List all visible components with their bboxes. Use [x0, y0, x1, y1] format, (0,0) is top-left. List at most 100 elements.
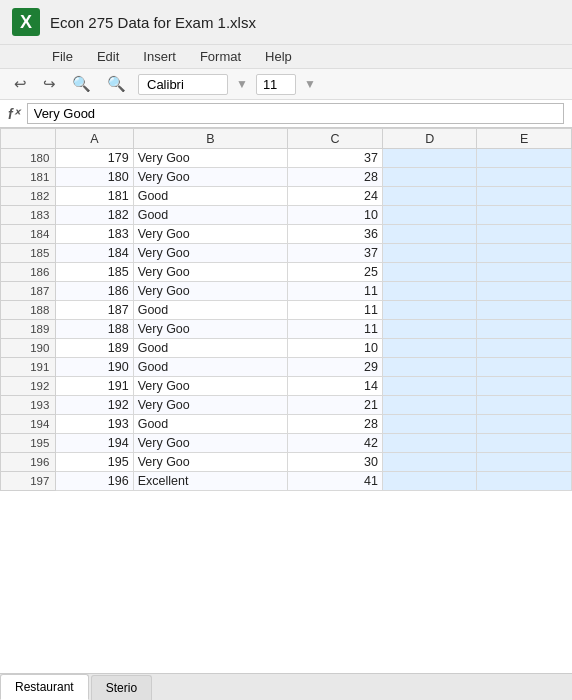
cell-a[interactable]: 188 [56, 320, 133, 339]
cell-d[interactable] [382, 301, 477, 320]
cell-e[interactable] [477, 320, 572, 339]
cell-a[interactable]: 186 [56, 282, 133, 301]
cell-e[interactable] [477, 434, 572, 453]
col-header-d[interactable]: D [382, 129, 477, 149]
cell-b[interactable]: Good [133, 187, 288, 206]
cell-e[interactable] [477, 472, 572, 491]
cell-e[interactable] [477, 453, 572, 472]
cell-e[interactable] [477, 244, 572, 263]
cell-e[interactable] [477, 168, 572, 187]
cell-d[interactable] [382, 168, 477, 187]
cell-c[interactable]: 29 [288, 358, 383, 377]
menu-help[interactable]: Help [261, 47, 296, 66]
cell-b[interactable]: Very Goo [133, 396, 288, 415]
col-header-b[interactable]: B [133, 129, 288, 149]
cell-c[interactable]: 30 [288, 453, 383, 472]
cell-d[interactable] [382, 396, 477, 415]
cell-e[interactable] [477, 206, 572, 225]
menu-edit[interactable]: Edit [93, 47, 123, 66]
menu-format[interactable]: Format [196, 47, 245, 66]
cell-b[interactable]: Good [133, 415, 288, 434]
cell-c[interactable]: 28 [288, 415, 383, 434]
cell-b[interactable]: Very Goo [133, 149, 288, 168]
cell-e[interactable] [477, 339, 572, 358]
cell-b[interactable]: Very Goo [133, 434, 288, 453]
cell-a[interactable]: 189 [56, 339, 133, 358]
cell-c[interactable]: 42 [288, 434, 383, 453]
cell-a[interactable]: 183 [56, 225, 133, 244]
cell-c[interactable]: 28 [288, 168, 383, 187]
cell-a[interactable]: 196 [56, 472, 133, 491]
cell-c[interactable]: 10 [288, 206, 383, 225]
cell-e[interactable] [477, 225, 572, 244]
cell-e[interactable] [477, 263, 572, 282]
cell-b[interactable]: Very Goo [133, 282, 288, 301]
font-dropdown-icon[interactable]: ▼ [236, 77, 248, 91]
cell-d[interactable] [382, 320, 477, 339]
cell-c[interactable]: 37 [288, 149, 383, 168]
menu-file[interactable]: File [48, 47, 77, 66]
col-header-c[interactable]: C [288, 129, 383, 149]
tab-restaurant[interactable]: Restaurant [0, 674, 89, 700]
cell-d[interactable] [382, 472, 477, 491]
cell-a[interactable]: 187 [56, 301, 133, 320]
cell-b[interactable]: Good [133, 358, 288, 377]
cell-b[interactable]: Very Goo [133, 244, 288, 263]
cell-a[interactable]: 181 [56, 187, 133, 206]
cell-a[interactable]: 184 [56, 244, 133, 263]
cell-c[interactable]: 25 [288, 263, 383, 282]
col-header-e[interactable]: E [477, 129, 572, 149]
cell-c[interactable]: 10 [288, 339, 383, 358]
tab-sterio[interactable]: Sterio [91, 675, 152, 700]
cell-d[interactable] [382, 225, 477, 244]
cell-d[interactable] [382, 453, 477, 472]
formula-input[interactable] [27, 103, 564, 124]
undo-button[interactable]: ↩ [10, 73, 31, 95]
cell-b[interactable]: Excellent [133, 472, 288, 491]
zoom-in-icon[interactable]: 🔍 [103, 73, 130, 95]
cell-a[interactable]: 182 [56, 206, 133, 225]
font-size-input[interactable]: 11 [256, 74, 296, 95]
cell-c[interactable]: 37 [288, 244, 383, 263]
cell-b[interactable]: Very Goo [133, 263, 288, 282]
cell-d[interactable] [382, 282, 477, 301]
cell-c[interactable]: 21 [288, 396, 383, 415]
cell-c[interactable]: 11 [288, 301, 383, 320]
cell-e[interactable] [477, 396, 572, 415]
cell-a[interactable]: 190 [56, 358, 133, 377]
cell-e[interactable] [477, 149, 572, 168]
font-size-dropdown-icon[interactable]: ▼ [304, 77, 316, 91]
cell-e[interactable] [477, 301, 572, 320]
font-name-input[interactable]: Calibri [138, 74, 228, 95]
cell-a[interactable]: 191 [56, 377, 133, 396]
cell-b[interactable]: Very Goo [133, 453, 288, 472]
cell-d[interactable] [382, 434, 477, 453]
cell-d[interactable] [382, 263, 477, 282]
cell-d[interactable] [382, 339, 477, 358]
cell-d[interactable] [382, 206, 477, 225]
cell-c[interactable]: 36 [288, 225, 383, 244]
cell-e[interactable] [477, 377, 572, 396]
cell-c[interactable]: 41 [288, 472, 383, 491]
menu-insert[interactable]: Insert [139, 47, 180, 66]
zoom-out-icon[interactable]: 🔍 [68, 73, 95, 95]
cell-d[interactable] [382, 244, 477, 263]
cell-a[interactable]: 195 [56, 453, 133, 472]
cell-b[interactable]: Good [133, 301, 288, 320]
cell-c[interactable]: 24 [288, 187, 383, 206]
cell-a[interactable]: 180 [56, 168, 133, 187]
cell-b[interactable]: Very Goo [133, 377, 288, 396]
cell-d[interactable] [382, 149, 477, 168]
cell-a[interactable]: 193 [56, 415, 133, 434]
cell-b[interactable]: Very Goo [133, 168, 288, 187]
cell-a[interactable]: 194 [56, 434, 133, 453]
cell-a[interactable]: 185 [56, 263, 133, 282]
cell-b[interactable]: Very Goo [133, 320, 288, 339]
col-header-a[interactable]: A [56, 129, 133, 149]
cell-d[interactable] [382, 358, 477, 377]
cell-b[interactable]: Very Goo [133, 225, 288, 244]
cell-d[interactable] [382, 415, 477, 434]
cell-d[interactable] [382, 377, 477, 396]
cell-c[interactable]: 11 [288, 282, 383, 301]
cell-b[interactable]: Good [133, 339, 288, 358]
